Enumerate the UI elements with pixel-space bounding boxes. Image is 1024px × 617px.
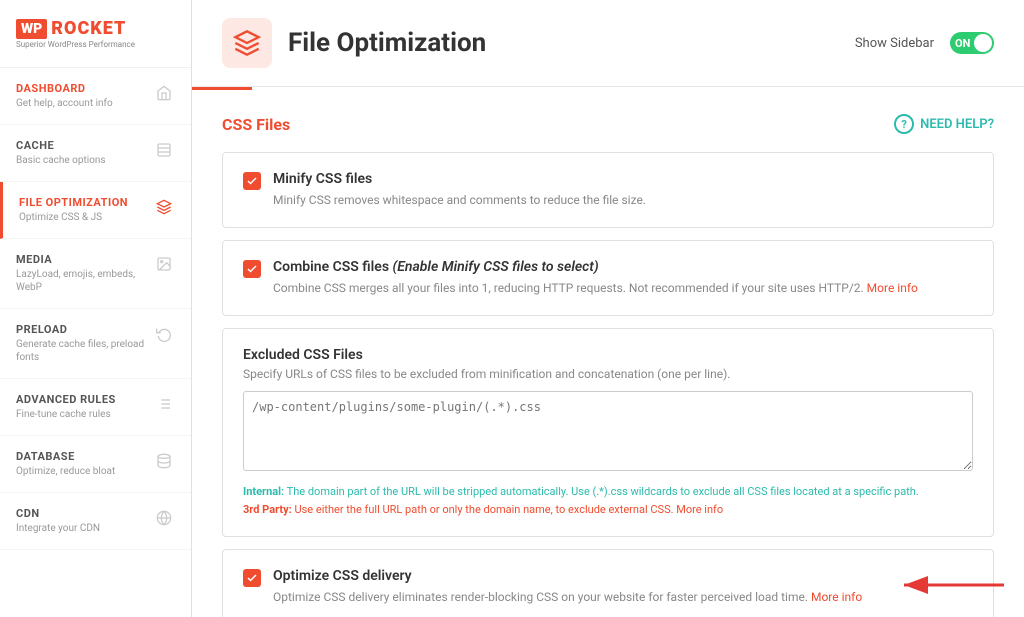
page-content: CSS Files ? NEED HELP? Minify CSS files … xyxy=(192,90,1024,617)
need-help-label: NEED HELP? xyxy=(920,117,994,132)
cache-icon xyxy=(153,139,175,161)
sidebar-item-sub: Fine-tune cache rules xyxy=(16,408,145,421)
sidebar-item-file-optimization[interactable]: FILE OPTIMIZATION Optimize CSS & JS xyxy=(0,182,191,239)
combine-css-checkbox[interactable] xyxy=(243,260,261,278)
sidebar-item-sub: LazyLoad, emojis, embeds, WebP xyxy=(16,268,145,294)
sidebar-item-sub: Optimize, reduce bloat xyxy=(16,465,145,478)
sidebar-item-label: DATABASE xyxy=(16,450,145,463)
combine-css-more-info-link[interactable]: More info xyxy=(867,281,918,295)
excluded-css-textarea[interactable] xyxy=(243,391,973,471)
file-optimization-page-icon xyxy=(233,29,261,57)
minify-css-title: Minify CSS files xyxy=(273,171,646,187)
sidebar-item-media[interactable]: MEDIA LazyLoad, emojis, embeds, WebP xyxy=(0,239,191,309)
home-icon xyxy=(153,82,175,104)
combine-css-title-em: (Enable Minify CSS files to select) xyxy=(393,259,599,275)
page-title: File Optimization xyxy=(288,28,855,58)
sidebar-navigation: DASHBOARD Get help, account info CACHE B… xyxy=(0,68,191,617)
excluded-more-info-link[interactable]: More info xyxy=(676,503,723,516)
sidebar-logo: WP ROCKET Superior WordPress Performance xyxy=(0,0,191,68)
sidebar-item-sub: Get help, account info xyxy=(16,97,145,110)
excluded-css-hint: Internal: The domain part of the URL wil… xyxy=(243,483,973,518)
sidebar-item-label: MEDIA xyxy=(16,253,145,266)
sidebar-item-sub: Generate cache files, preload fonts xyxy=(16,338,145,364)
toggle-on-label: ON xyxy=(955,37,970,50)
sidebar-item-label: ADVANCED RULES xyxy=(16,393,145,406)
advanced-rules-icon xyxy=(153,393,175,415)
check-icon xyxy=(246,572,258,584)
sidebar-item-database[interactable]: DATABASE Optimize, reduce bloat xyxy=(0,436,191,493)
sidebar-item-label: CDN xyxy=(16,507,145,520)
optimize-css-checkbox[interactable] xyxy=(243,569,261,587)
file-optimization-icon xyxy=(153,196,175,218)
minify-css-desc: Minify CSS removes whitespace and commen… xyxy=(273,191,646,209)
help-circle-icon: ? xyxy=(894,114,914,134)
excluded-css-section: Excluded CSS Files Specify URLs of CSS f… xyxy=(222,328,994,537)
cdn-icon xyxy=(153,507,175,529)
logo-tagline: Superior WordPress Performance xyxy=(16,40,175,49)
hint-internal-text: The domain part of the URL will be strip… xyxy=(287,485,919,498)
hint-internal-label: Internal: xyxy=(243,485,284,498)
sidebar-item-label: DASHBOARD xyxy=(16,82,145,95)
minify-css-card: Minify CSS files Minify CSS removes whit… xyxy=(222,152,994,228)
sidebar-item-label: FILE OPTIMIZATION xyxy=(19,196,145,209)
sidebar-item-cdn[interactable]: CDN Integrate your CDN xyxy=(0,493,191,550)
combine-css-desc: Combine CSS merges all your files into 1… xyxy=(273,279,918,297)
main-content: File Optimization Show Sidebar ON CSS Fi… xyxy=(192,0,1024,617)
excluded-css-desc: Specify URLs of CSS files to be excluded… xyxy=(243,367,973,381)
hint-thirdparty-label: 3rd Party: xyxy=(243,503,292,516)
sidebar-item-label: PRELOAD xyxy=(16,323,145,336)
sidebar-item-sub: Optimize CSS & JS xyxy=(19,211,145,224)
page-header: File Optimization Show Sidebar ON xyxy=(192,0,1024,87)
hint-thirdparty-text: Use either the full URL path or only the… xyxy=(294,503,673,516)
optimize-css-wrapper: Optimize CSS delivery Optimize CSS deliv… xyxy=(222,549,994,617)
toggle-knob xyxy=(974,34,992,52)
media-icon xyxy=(153,253,175,275)
check-icon xyxy=(246,175,258,187)
sidebar-item-dashboard[interactable]: DASHBOARD Get help, account info xyxy=(0,68,191,125)
show-sidebar-toggle[interactable]: ON xyxy=(950,32,994,54)
combine-css-card: Combine CSS files (Enable Minify CSS fil… xyxy=(222,240,994,316)
sidebar-item-sub: Integrate your CDN xyxy=(16,522,145,535)
sidebar-item-cache[interactable]: CACHE Basic cache options xyxy=(0,125,191,182)
sidebar-item-label: CACHE xyxy=(16,139,145,152)
page-icon-wrap xyxy=(222,18,272,68)
optimize-css-title: Optimize CSS delivery xyxy=(273,568,862,584)
show-sidebar-toggle-wrap: Show Sidebar ON xyxy=(855,32,994,54)
check-icon xyxy=(246,263,258,275)
css-files-section-header: CSS Files ? NEED HELP? xyxy=(222,114,994,134)
sidebar-item-preload[interactable]: PRELOAD Generate cache files, preload fo… xyxy=(0,309,191,379)
logo-wp: WP xyxy=(16,19,47,39)
preload-icon xyxy=(153,323,175,345)
logo-rocket: ROCKET xyxy=(51,18,126,39)
optimize-css-desc: Optimize CSS delivery eliminates render-… xyxy=(273,588,862,606)
excluded-css-title: Excluded CSS Files xyxy=(243,347,973,363)
need-help-button[interactable]: ? NEED HELP? xyxy=(894,114,994,134)
sidebar-item-sub: Basic cache options xyxy=(16,154,145,167)
combine-css-title: Combine CSS files (Enable Minify CSS fil… xyxy=(273,259,918,275)
css-files-title: CSS Files xyxy=(222,115,290,134)
show-sidebar-label: Show Sidebar xyxy=(855,36,934,51)
sidebar-item-advanced-rules[interactable]: ADVANCED RULES Fine-tune cache rules xyxy=(0,379,191,436)
minify-css-checkbox[interactable] xyxy=(243,172,261,190)
optimize-css-card: Optimize CSS delivery Optimize CSS deliv… xyxy=(222,549,994,617)
database-icon xyxy=(153,450,175,472)
sidebar: WP ROCKET Superior WordPress Performance… xyxy=(0,0,192,617)
optimize-css-more-info-link[interactable]: More info xyxy=(811,590,862,604)
